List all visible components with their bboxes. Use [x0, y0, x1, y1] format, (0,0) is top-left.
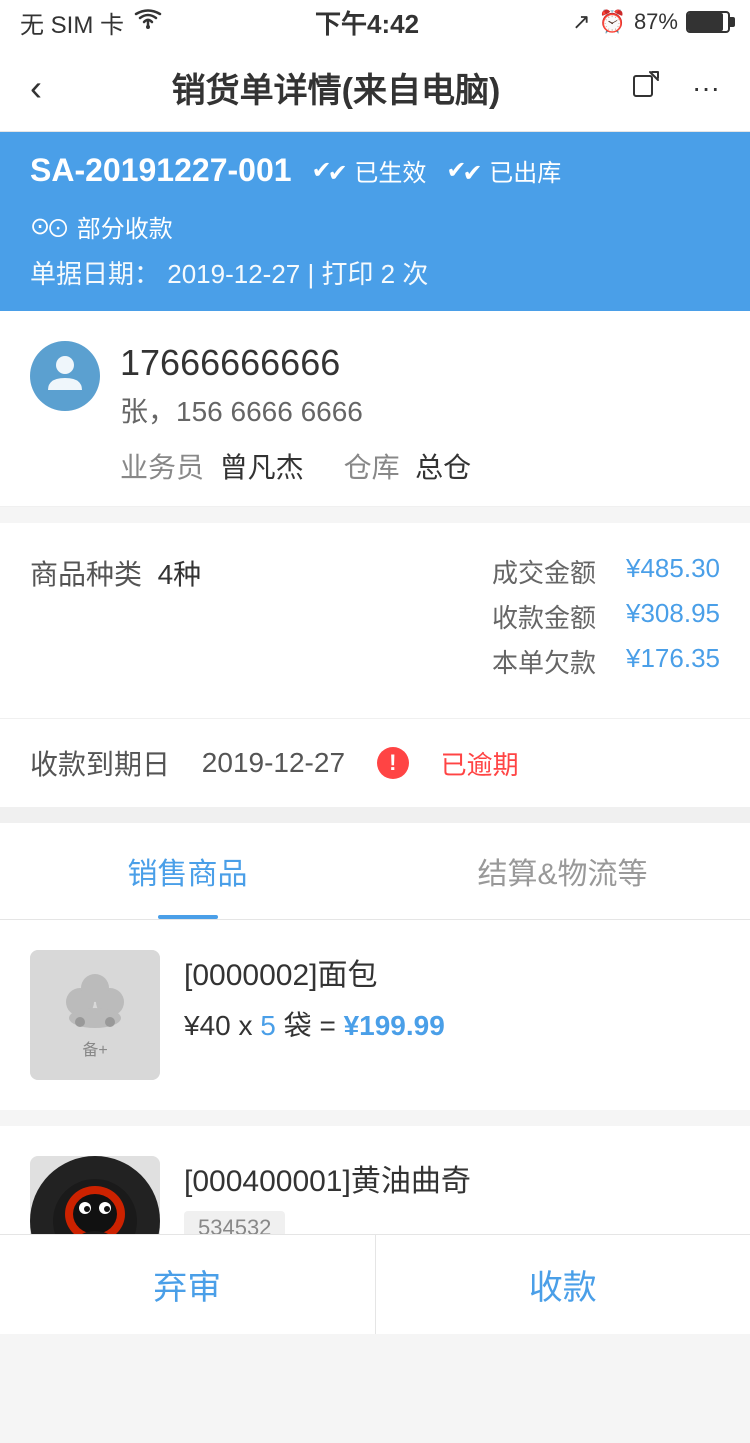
due-value: ¥176.35	[626, 643, 720, 680]
svg-text:备+: 备+	[82, 1041, 107, 1059]
bottom-bar: 弃审 收款	[0, 1234, 750, 1334]
wifi-icon	[134, 8, 162, 37]
customer-name-phone: 张，156 6666 6666	[120, 390, 720, 430]
order-header: SA-20191227-001 ✔ ✔ 已生效 ✔ ✔ 已出库 ⊙ ⊙ 部分收款…	[0, 132, 750, 311]
back-button[interactable]: ‹	[30, 67, 42, 109]
nav-bar: ‹ 销货单详情(来自电脑) ···	[0, 44, 750, 132]
order-id: SA-20191227-001	[30, 152, 292, 189]
received-value: ¥308.95	[626, 598, 720, 635]
list-item: 备+ [0000002]面包 ¥40 x 5 袋 = ¥199.99	[0, 920, 750, 1110]
customer-id: 17666666666	[120, 341, 720, 384]
customer-meta: 业务员 曾凡杰 仓库 总仓	[120, 446, 720, 486]
battery-percent: 87%	[634, 9, 678, 35]
tab-sales-products[interactable]: 销售商品	[0, 823, 375, 919]
print-info: | 打印 2 次	[307, 259, 428, 289]
status-shipped: ✔ ✔ 已出库	[446, 153, 561, 188]
amount-label: 成交金额	[492, 553, 596, 590]
category-stats: 商品种类 4种	[30, 553, 201, 593]
due-date-value: 2019-12-27	[202, 747, 345, 779]
due-date-section: 收款到期日 2019-12-27 ! 已逾期	[0, 719, 750, 823]
product-price-1: ¥40 x 5 袋 = ¥199.99	[184, 1004, 720, 1044]
order-date-row: 单据日期： 2019-12-27 | 打印 2 次	[30, 254, 720, 291]
salesman-value: 曾凡杰	[220, 452, 304, 483]
product-qty-1: 5	[260, 1010, 276, 1041]
amount-stats: 成交金额 ¥485.30 收款金额 ¥308.95 本单欠款 ¥176.35	[492, 553, 720, 688]
due-date-label: 收款到期日	[30, 743, 170, 783]
collect-payment-button[interactable]: 收款	[376, 1235, 750, 1334]
alarm-icon: ⏰	[599, 9, 626, 35]
stats-section: 商品种类 4种 成交金额 ¥485.30 收款金额 ¥308.95 本单欠款 ¥…	[0, 523, 750, 719]
overdue-text: 已逾期	[441, 745, 519, 782]
nav-actions: ···	[630, 68, 720, 107]
location-icon: ↗	[572, 9, 590, 35]
warehouse-label: 仓库 总仓	[344, 446, 472, 486]
tab-settlement-logistics[interactable]: 结算&物流等	[375, 823, 750, 919]
product-name-1: [0000002]面包	[184, 950, 720, 994]
amount-value: ¥485.30	[626, 553, 720, 590]
order-status-row: SA-20191227-001 ✔ ✔ 已生效 ✔ ✔ 已出库 ⊙ ⊙ 部分收款	[30, 152, 720, 244]
due-label: 本单欠款	[492, 643, 596, 680]
customer-section: 17666666666 张，156 6666 6666 业务员 曾凡杰 仓库 总…	[0, 311, 750, 507]
overdue-icon: !	[377, 747, 409, 779]
status-left: 无 SIM 卡	[20, 5, 162, 40]
page-title: 销货单详情(来自电脑)	[172, 63, 501, 112]
status-right: ↗ ⏰ 87%	[572, 9, 730, 35]
status-partial-payment: ⊙ ⊙ 部分收款	[30, 209, 173, 244]
user-icon	[44, 350, 86, 402]
status1-text: ✔ 已生效	[328, 153, 427, 188]
customer-info: 17666666666 张，156 6666 6666 业务员 曾凡杰 仓库 总…	[120, 341, 720, 486]
salesman-label: 业务员 曾凡杰	[120, 446, 304, 486]
category-label: 商品种类	[30, 559, 142, 590]
product-image-1: 备+	[30, 950, 160, 1080]
date-label: 单据日期：	[30, 259, 160, 289]
status3-text: ⊙ 部分收款	[46, 209, 173, 244]
status-bar: 无 SIM 卡 下午4:42 ↗ ⏰ 87%	[0, 0, 750, 44]
order-date: 2019-12-27	[167, 259, 300, 289]
category-count: 4种	[158, 559, 202, 590]
due-row: 本单欠款 ¥176.35	[492, 643, 720, 680]
avatar	[30, 341, 100, 411]
battery-icon	[686, 11, 730, 33]
carrier-label: 无 SIM 卡	[20, 5, 124, 40]
received-row: 收款金额 ¥308.95	[492, 598, 720, 635]
product-total-1: ¥199.99	[344, 1010, 445, 1041]
share-button[interactable]	[630, 68, 662, 107]
amount-row: 成交金额 ¥485.30	[492, 553, 720, 590]
product-details-1: [0000002]面包 ¥40 x 5 袋 = ¥199.99	[184, 950, 720, 1044]
status-effected: ✔ ✔ 已生效	[312, 153, 427, 188]
more-button[interactable]: ···	[692, 72, 720, 104]
received-label: 收款金额	[492, 598, 596, 635]
product-name-2: [000400001]黄油曲奇	[184, 1156, 720, 1200]
status2-text: ✔ 已出库	[463, 153, 562, 188]
status-time: 下午4:42	[315, 4, 419, 41]
reject-button[interactable]: 弃审	[0, 1235, 376, 1334]
tabs: 销售商品 结算&物流等	[0, 823, 750, 920]
warehouse-value: 总仓	[415, 452, 471, 483]
